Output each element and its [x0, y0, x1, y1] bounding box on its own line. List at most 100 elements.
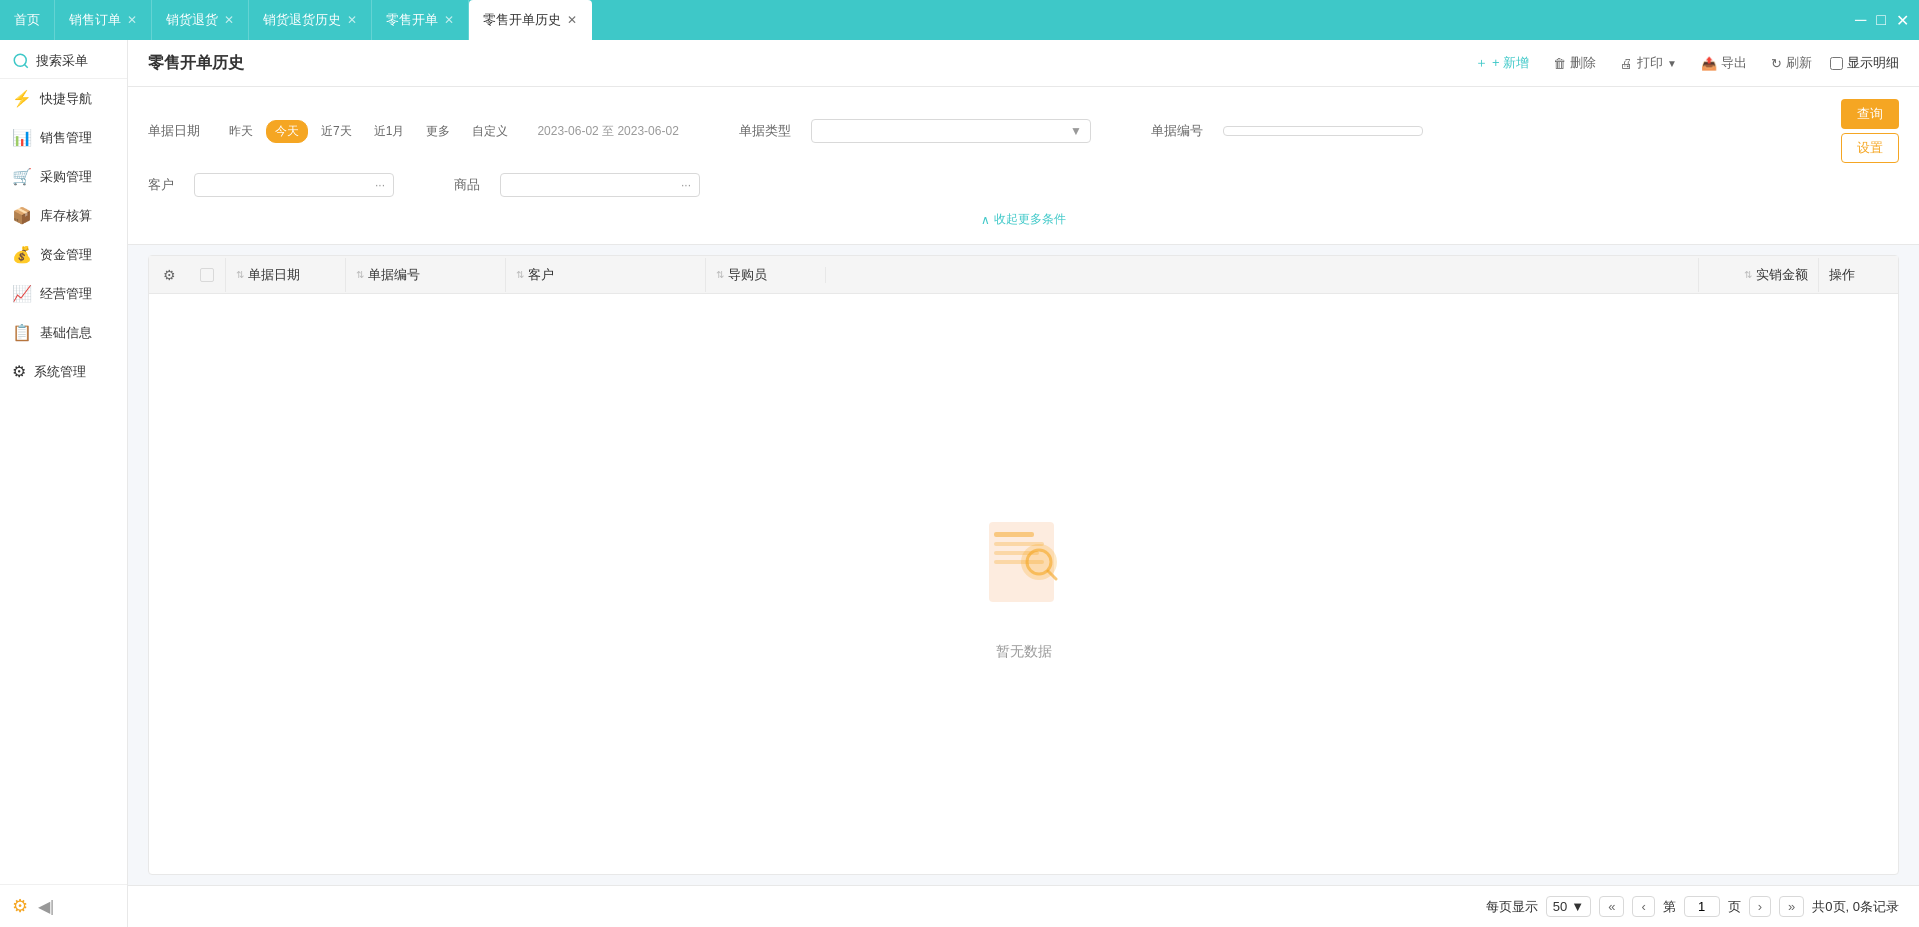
svg-point-0 [14, 54, 26, 66]
custom-date-btn[interactable]: 自定义 [463, 120, 517, 143]
yesterday-btn[interactable]: 昨天 [220, 120, 262, 143]
col-num[interactable]: ⇅ 单据编号 [345, 258, 505, 292]
per-page-label: 每页显示 [1486, 898, 1538, 916]
customer-filter-label: 客户 [148, 176, 174, 194]
sidebar-system-label: 系统管理 [34, 363, 86, 381]
sidebar-quick-nav-label: 快捷导航 [40, 90, 92, 108]
tab-retail-open[interactable]: 零售开单✕ [372, 0, 469, 40]
collapse-arrow-icon: ∧ [981, 213, 990, 227]
refresh-icon: ↻ [1771, 56, 1782, 71]
sidebar-operations-label: 经营管理 [40, 285, 92, 303]
sidebar-search[interactable]: 搜索采单 [0, 44, 127, 79]
toolbar: ＋ + 新增 🗑 删除 🖨 打印 ▼ 📤 导出 ↻ [1469, 50, 1899, 76]
tab-close-sales-return-history[interactable]: ✕ [347, 13, 357, 27]
sidebar-item-operations[interactable]: 📈经营管理 [0, 274, 127, 313]
close-icon[interactable]: ✕ [1896, 11, 1909, 30]
doc-num-label: 单据编号 [1151, 122, 1203, 140]
sort-asc-icon: ⇅ [236, 269, 244, 280]
export-button[interactable]: 📤 导出 [1695, 50, 1753, 76]
tab-close-retail-open[interactable]: ✕ [444, 13, 454, 27]
empty-illustration [964, 507, 1084, 631]
doc-num-input[interactable] [1223, 126, 1423, 136]
tab-retail-open-history[interactable]: 零售开单历史✕ [469, 0, 592, 40]
sidebar-inventory-label: 库存核算 [40, 207, 92, 225]
sidebar-search-label: 搜索采单 [36, 52, 88, 70]
minimize-icon[interactable]: ─ [1855, 11, 1866, 29]
col-customer[interactable]: ⇅ 客户 [505, 258, 705, 292]
sidebar-item-base-info[interactable]: 📋 基础信息 [0, 313, 127, 352]
sidebar-item-system[interactable]: ⚙ 系统管理 [0, 352, 127, 391]
sidebar-base-info-icon: 📋 [12, 323, 32, 342]
page-number-input[interactable] [1684, 896, 1720, 917]
week-btn[interactable]: 近7天 [312, 120, 361, 143]
settings-button[interactable]: 设置 [1841, 133, 1899, 163]
last-page-btn[interactable]: » [1779, 896, 1804, 917]
add-icon: ＋ [1475, 54, 1488, 72]
customer-ellipsis-icon[interactable]: ··· [375, 178, 385, 192]
svg-line-1 [24, 64, 27, 67]
collapse-filter-btn[interactable]: ∧ 收起更多条件 [148, 207, 1899, 232]
total-label: 共0页, 0条记录 [1812, 898, 1899, 916]
prev-page-btn[interactable]: ‹ [1632, 896, 1654, 917]
tab-close-retail-open-history[interactable]: ✕ [567, 13, 577, 27]
doc-type-select[interactable]: ▼ [811, 119, 1091, 143]
print-button[interactable]: 🖨 打印 ▼ [1614, 50, 1683, 76]
tab-close-sales-order[interactable]: ✕ [127, 13, 137, 27]
settings-gear-icon[interactable]: ⚙ [12, 895, 28, 917]
refresh-button[interactable]: ↻ 刷新 [1765, 50, 1818, 76]
select-all-checkbox-cell[interactable] [189, 268, 225, 282]
column-settings-icon: ⚙ [163, 267, 176, 283]
col-guide[interactable]: ⇅ 导购员 [705, 258, 825, 292]
sidebar-sales-mgmt-icon: 📊 [12, 128, 32, 147]
tab-sales-return[interactable]: 销货退货✕ [152, 0, 249, 40]
search-icon [12, 52, 30, 70]
table-column-settings[interactable]: ⚙ [149, 267, 189, 283]
sidebar-quick-nav-icon: ⚡ [12, 89, 32, 108]
today-btn[interactable]: 今天 [266, 120, 308, 143]
delete-button[interactable]: 🗑 删除 [1547, 50, 1602, 76]
show-detail-checkbox[interactable] [1830, 57, 1843, 70]
sidebar-item-inventory[interactable]: 📦 库存核算 [0, 196, 127, 235]
page-title: 零售开单历史 [148, 53, 244, 74]
empty-text: 暂无数据 [996, 643, 1052, 661]
sidebar-item-quick-nav[interactable]: ⚡ 快捷导航 [0, 79, 127, 118]
print-dropdown-icon: ▼ [1667, 58, 1677, 69]
page-label: 页 [1728, 898, 1741, 916]
sort-guide-icon: ⇅ [716, 269, 724, 280]
per-page-select[interactable]: 50 ▼ [1546, 896, 1591, 917]
per-page-dropdown-icon: ▼ [1571, 899, 1584, 914]
tab-sales-order[interactable]: 销售订单✕ [55, 0, 152, 40]
add-button[interactable]: ＋ + 新增 [1469, 50, 1535, 76]
col-date[interactable]: ⇅ 单据日期 [225, 258, 345, 292]
tab-sales-return-history[interactable]: 销货退货历史✕ [249, 0, 372, 40]
sidebar-base-info-label: 基础信息 [40, 324, 92, 342]
show-detail-toggle[interactable]: 显示明细 [1830, 54, 1899, 72]
pagination-bar: 每页显示 50 ▼ « ‹ 第 页 › » 共0页, 0条记录 [128, 885, 1919, 927]
goods-input[interactable]: ··· [500, 173, 700, 197]
sidebar-finance-label: 资金管理 [40, 246, 92, 264]
sidebar-system-icon: ⚙ [12, 362, 26, 381]
sort-customer-icon: ⇅ [516, 269, 524, 280]
first-page-btn[interactable]: « [1599, 896, 1624, 917]
col-amount[interactable]: ⇅ 实销金额 [1698, 258, 1818, 292]
query-button[interactable]: 查询 [1841, 99, 1899, 129]
export-icon: 📤 [1701, 56, 1717, 71]
select-all-checkbox[interactable] [200, 268, 214, 282]
goods-ellipsis-icon[interactable]: ··· [681, 178, 691, 192]
date-range-display: 2023-06-02 至 2023-06-02 [537, 123, 678, 140]
sidebar-item-finance[interactable]: 💰资金管理 [0, 235, 127, 274]
sidebar-collapse-icon[interactable]: ◀| [38, 897, 54, 916]
maximize-icon[interactable]: □ [1876, 11, 1886, 29]
sort-num-icon: ⇅ [356, 269, 364, 280]
month-btn[interactable]: 近1月 [365, 120, 414, 143]
svg-rect-3 [994, 532, 1034, 537]
sidebar-inventory-icon: 📦 [12, 206, 32, 225]
goods-filter-label: 商品 [454, 176, 480, 194]
tab-home[interactable]: 首页 [0, 0, 55, 40]
sidebar-item-sales-mgmt[interactable]: 📊销售管理 [0, 118, 127, 157]
tab-close-sales-return[interactable]: ✕ [224, 13, 234, 27]
customer-input[interactable]: ··· [194, 173, 394, 197]
more-date-btn[interactable]: 更多 [417, 120, 459, 143]
sidebar-item-purchase-mgmt[interactable]: 🛒采购管理 [0, 157, 127, 196]
next-page-btn[interactable]: › [1749, 896, 1771, 917]
